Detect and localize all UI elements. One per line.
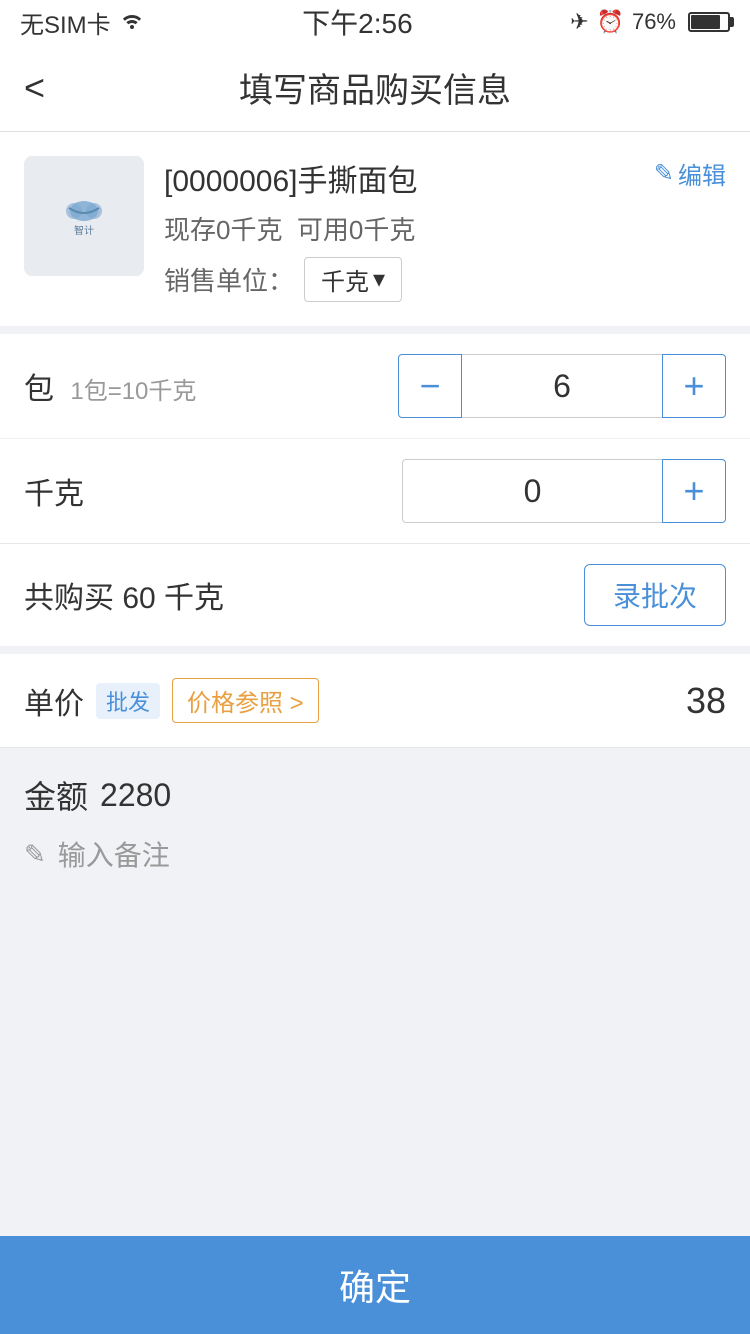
unit-select[interactable]: 千克 ▾: [304, 257, 402, 302]
product-card: 智计 [0000006]手撕面包 现存0千克 可用0千克 销售单位： 千克 ▾ …: [0, 132, 750, 334]
battery-icon: [688, 12, 730, 32]
quantity-section: 包 1包=10千克 − + 千克 +: [0, 334, 750, 544]
batch-tag: 批发: [96, 683, 160, 719]
nav-bar: < 填写商品购买信息: [0, 44, 750, 132]
price-value: 38: [686, 680, 726, 722]
chevron-down-icon: ▾: [373, 265, 385, 294]
price-row: 单价 批发 价格参照 > 38: [24, 678, 726, 723]
product-stock: 现存0千克 可用0千克: [164, 210, 634, 247]
back-button[interactable]: <: [24, 67, 45, 109]
location-icon: ✈: [570, 9, 588, 35]
price-section: 单价 批发 价格参照 > 38: [0, 654, 750, 748]
amount-row: 金额 2280: [24, 772, 726, 818]
pencil-icon: ✎: [24, 839, 46, 870]
bag-quantity-control: − +: [398, 354, 726, 418]
bottom-spacer: [0, 898, 750, 1278]
bag-input-row: 包 1包=10千克 − +: [0, 334, 750, 439]
batch-button[interactable]: 录批次: [584, 564, 726, 626]
page-title: 填写商品购买信息: [239, 63, 511, 112]
wifi-icon: [119, 8, 145, 36]
alarm-icon: ⏰: [597, 9, 624, 35]
confirm-button[interactable]: 确定: [0, 1236, 750, 1334]
bag-label: 包 1包=10千克: [24, 364, 398, 408]
battery-percent: 76%: [632, 9, 676, 35]
edit-icon: ✎: [654, 159, 674, 188]
price-label: 单价 批发 价格参照 >: [24, 678, 319, 723]
bag-quantity-input[interactable]: [462, 354, 662, 418]
kg-quantity-input[interactable]: [402, 459, 662, 523]
bag-hint: 1包=10千克: [70, 378, 196, 405]
amount-label: 金额: [24, 772, 88, 818]
price-reference-button[interactable]: 价格参照 >: [172, 678, 319, 723]
product-logo-icon: 智计: [54, 186, 114, 246]
product-name: [0000006]手撕面包: [164, 156, 634, 200]
remark-row[interactable]: ✎ 输入备注: [24, 834, 726, 874]
summary-text: 共购买 60 千克: [24, 573, 224, 617]
product-unit: 销售单位： 千克 ▾: [164, 257, 634, 302]
kg-input-row: 千克 +: [0, 439, 750, 543]
product-info: [0000006]手撕面包 现存0千克 可用0千克 销售单位： 千克 ▾: [164, 156, 634, 302]
kg-increment-button[interactable]: +: [662, 459, 726, 523]
status-bar: 无SIM卡 下午2:56 ✈ ⏰ 76%: [0, 0, 750, 44]
kg-label: 千克: [24, 469, 402, 513]
summary-row: 共购买 60 千克 录批次: [0, 544, 750, 654]
status-right: ✈ ⏰ 76%: [570, 9, 730, 35]
svg-text:智计: 智计: [74, 224, 94, 237]
amount-value: 2280: [100, 777, 171, 814]
time-display: 下午2:56: [302, 2, 413, 42]
bag-decrement-button[interactable]: −: [398, 354, 462, 418]
edit-button[interactable]: ✎ 编辑: [654, 156, 726, 191]
kg-quantity-control: +: [402, 459, 726, 523]
amount-section: 金额 2280 ✎ 输入备注: [0, 748, 750, 898]
remark-placeholder: 输入备注: [58, 834, 170, 874]
carrier-text: 无SIM卡: [20, 5, 111, 40]
bag-increment-button[interactable]: +: [662, 354, 726, 418]
status-left: 无SIM卡: [20, 5, 145, 40]
product-image: 智计: [24, 156, 144, 276]
